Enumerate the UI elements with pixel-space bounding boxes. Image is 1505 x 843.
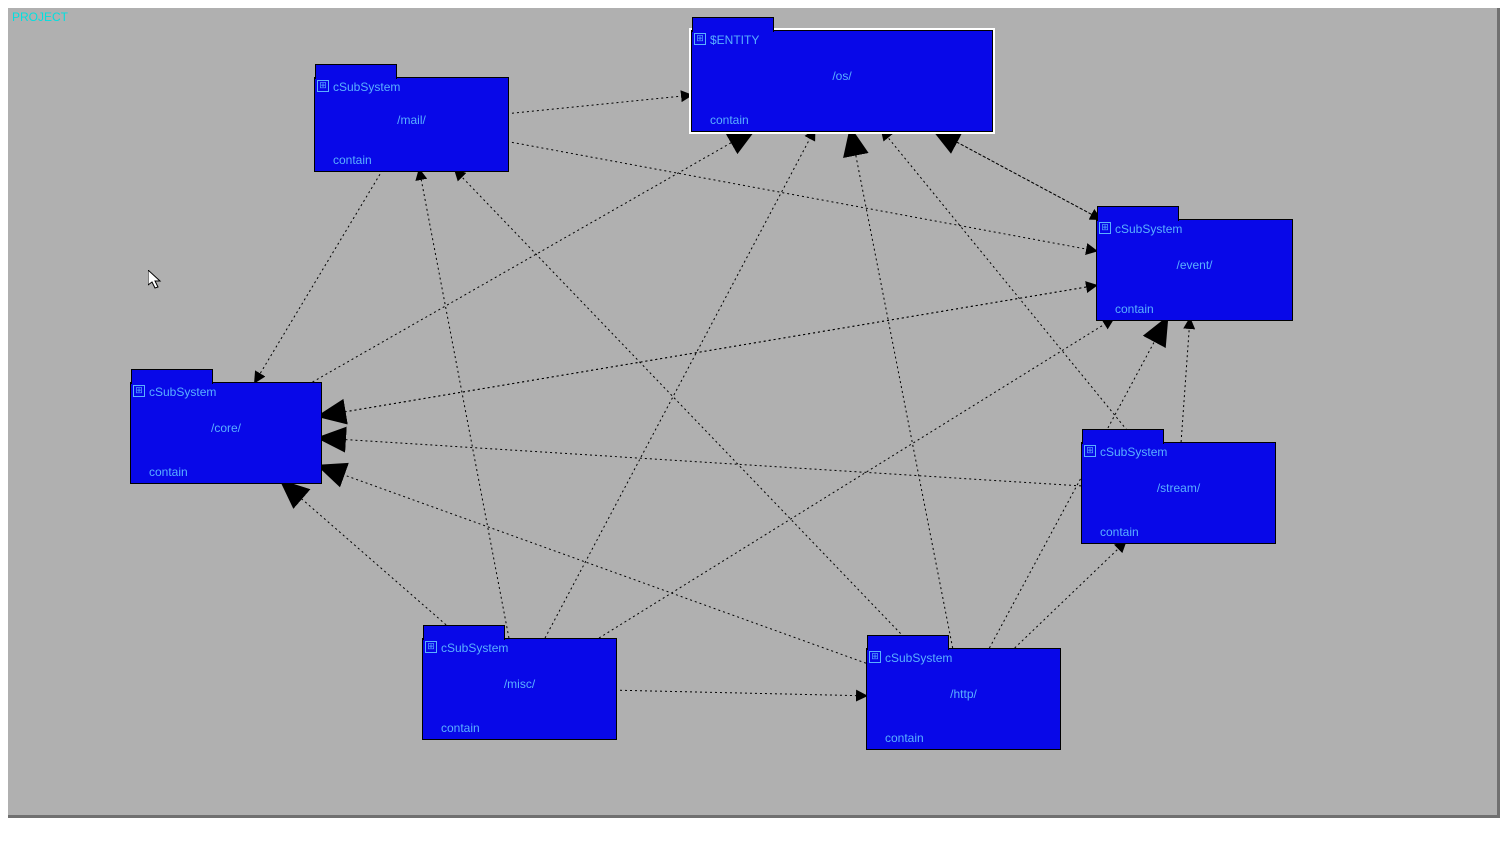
edge-mail-os: [507, 95, 691, 114]
edge-misc-mail: [419, 170, 509, 638]
node-compartment: contain: [710, 113, 749, 127]
node-tab: [315, 64, 397, 79]
expand-icon[interactable]: ⊞: [425, 641, 437, 653]
node-core[interactable]: ⊞ cSubSystem/core/contain: [130, 382, 322, 484]
node-mail[interactable]: ⊞ cSubSystem/mail/contain: [314, 77, 509, 172]
node-stereotype: cSubSystem: [333, 80, 400, 94]
node-stereotype: $ENTITY: [710, 33, 759, 47]
node-compartment: contain: [885, 731, 924, 745]
node-compartment: contain: [441, 721, 480, 735]
node-stream[interactable]: ⊞ cSubSystem/stream/contain: [1081, 442, 1276, 544]
node-stereotype: cSubSystem: [441, 641, 508, 655]
node-stereotype: cSubSystem: [885, 651, 952, 665]
node-name: /core/: [131, 421, 321, 435]
diagram-canvas[interactable]: PROJECT ⊞ cSubSystem/mail/contain ⊞ $ENTITY…: [8, 8, 1500, 818]
node-tab: [1082, 429, 1164, 444]
edge-mail-event: [507, 141, 1096, 250]
node-os[interactable]: ⊞ $ENTITY/os/contain: [691, 30, 993, 132]
node-compartment: contain: [1115, 302, 1154, 316]
expand-icon[interactable]: ⊞: [133, 385, 145, 397]
expand-icon[interactable]: ⊞: [694, 33, 706, 45]
node-compartment: contain: [1100, 525, 1139, 539]
node-tab: [131, 369, 213, 384]
node-name: /http/: [867, 687, 1060, 701]
edge-misc-http: [615, 690, 866, 696]
node-stereotype: cSubSystem: [1100, 445, 1167, 459]
edge-http-stream: [1015, 542, 1126, 648]
expand-icon[interactable]: ⊞: [1099, 222, 1111, 234]
node-compartment: contain: [333, 153, 372, 167]
expand-icon[interactable]: ⊞: [1084, 445, 1096, 457]
node-name: /event/: [1097, 258, 1292, 272]
node-event[interactable]: ⊞ cSubSystem/event/contain: [1096, 219, 1293, 321]
edge-core-event: [320, 285, 1096, 416]
node-tab: [1097, 206, 1179, 221]
edge-misc-event: [599, 319, 1113, 638]
node-misc[interactable]: ⊞ cSubSystem/misc/contain: [422, 638, 617, 740]
edge-misc-os: [545, 130, 814, 638]
edge-misc-core: [282, 482, 461, 638]
node-name: /os/: [692, 69, 992, 83]
edge-stream-event: [1181, 319, 1190, 442]
node-http[interactable]: ⊞ cSubSystem/http/contain: [866, 648, 1061, 750]
node-compartment: contain: [149, 465, 188, 479]
edge-http-mail: [455, 170, 914, 648]
node-name: /stream/: [1082, 481, 1275, 495]
expand-icon[interactable]: ⊞: [869, 651, 881, 663]
edge-http-core: [320, 466, 866, 663]
expand-icon[interactable]: ⊞: [317, 80, 329, 92]
node-tab: [423, 625, 505, 640]
node-name: /misc/: [423, 677, 616, 691]
node-name: /mail/: [315, 113, 508, 127]
node-stereotype: cSubSystem: [1115, 222, 1182, 236]
node-tab: [867, 635, 949, 650]
edge-mail-core: [255, 170, 382, 382]
project-label: PROJECT: [12, 10, 68, 24]
node-stereotype: cSubSystem: [149, 385, 216, 399]
edge-stream-core: [320, 438, 1081, 486]
node-tab: [692, 17, 774, 32]
